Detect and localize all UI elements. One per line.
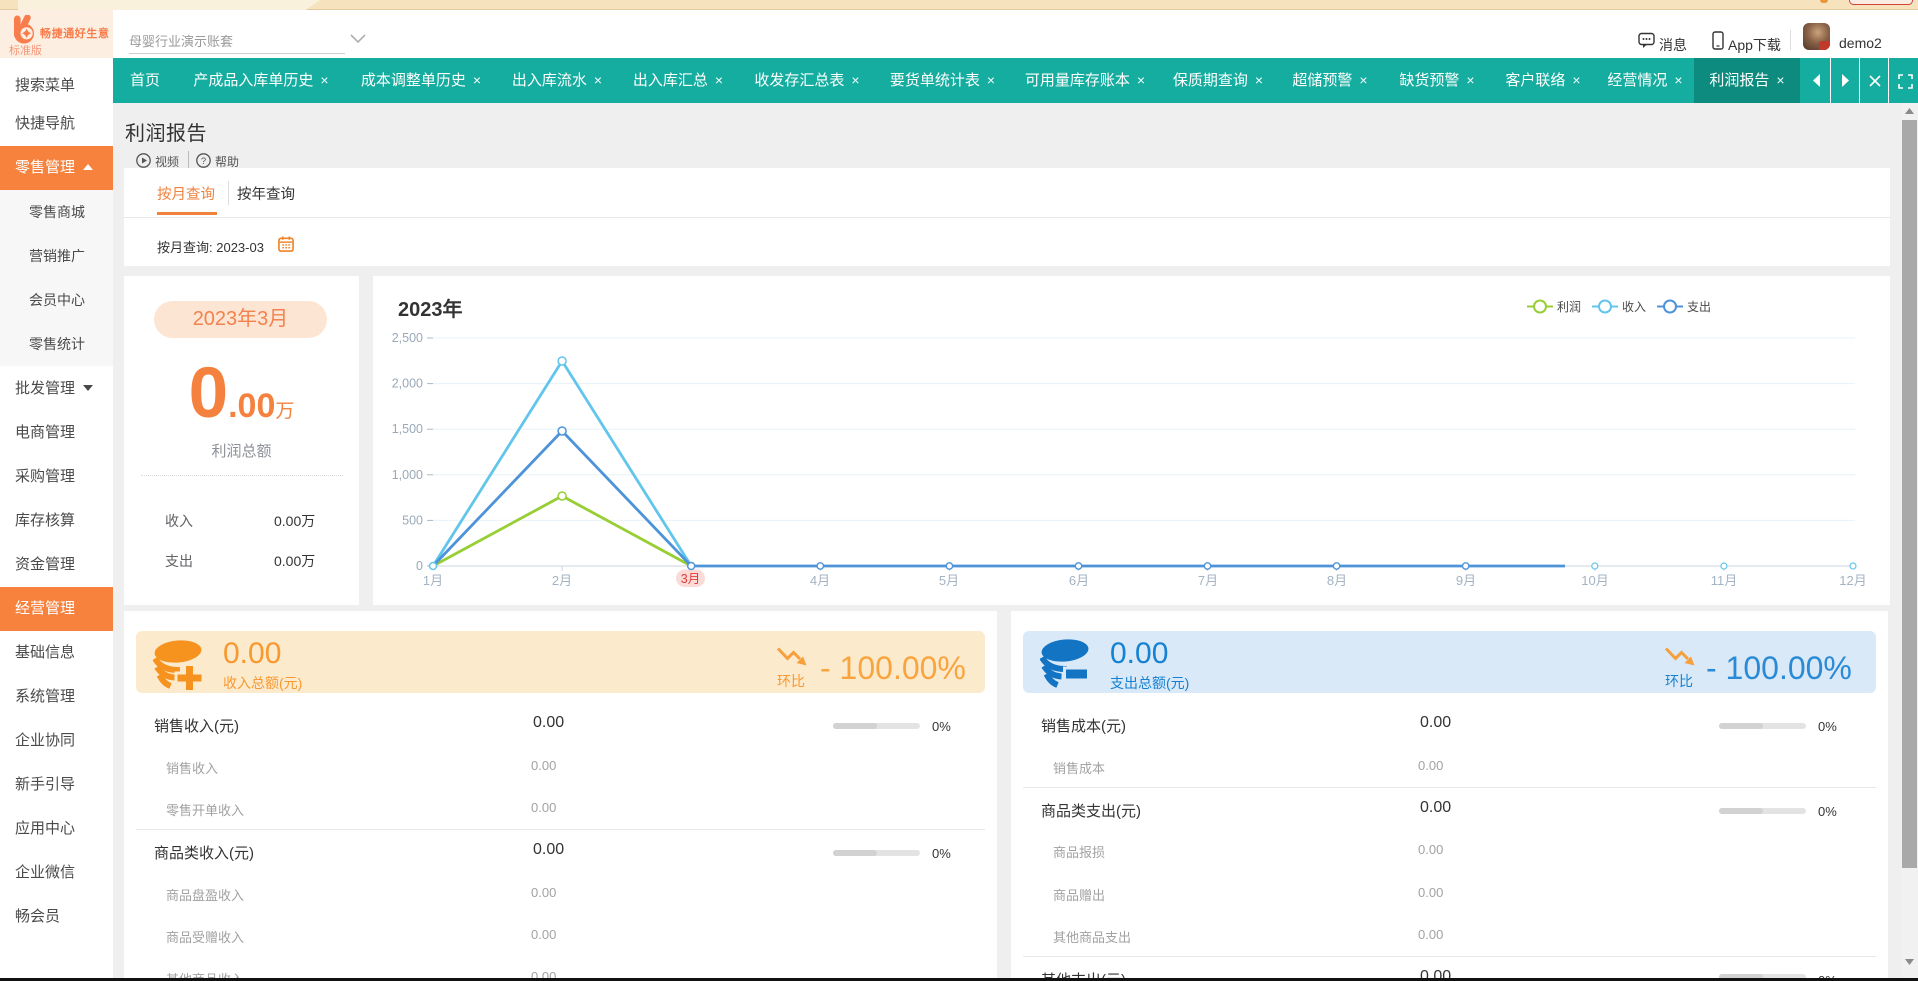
- svg-text:1,000: 1,000: [392, 468, 423, 482]
- svg-text:利润: 利润: [1557, 300, 1581, 314]
- svg-text:7月: 7月: [1198, 573, 1218, 588]
- svg-text:2,000: 2,000: [392, 377, 423, 391]
- svg-text:收入: 收入: [1622, 300, 1646, 314]
- svg-text:12月: 12月: [1839, 573, 1866, 588]
- svg-text:3月: 3月: [681, 572, 700, 586]
- svg-text:9月: 9月: [1456, 573, 1476, 588]
- svg-text:8月: 8月: [1327, 573, 1347, 588]
- svg-text:支出: 支出: [1687, 300, 1711, 314]
- svg-text:1月: 1月: [423, 573, 443, 588]
- svg-text:500: 500: [402, 513, 423, 527]
- svg-text:2,500: 2,500: [392, 331, 423, 345]
- svg-text:0: 0: [416, 559, 423, 573]
- svg-text:1,500: 1,500: [392, 422, 423, 436]
- svg-text:6月: 6月: [1069, 573, 1089, 588]
- svg-text:11月: 11月: [1711, 573, 1738, 588]
- svg-text:10月: 10月: [1581, 573, 1608, 588]
- svg-text:5月: 5月: [939, 573, 959, 588]
- svg-text:?: ?: [201, 156, 206, 167]
- svg-text:2月: 2月: [552, 573, 572, 588]
- svg-text:4月: 4月: [810, 573, 830, 588]
